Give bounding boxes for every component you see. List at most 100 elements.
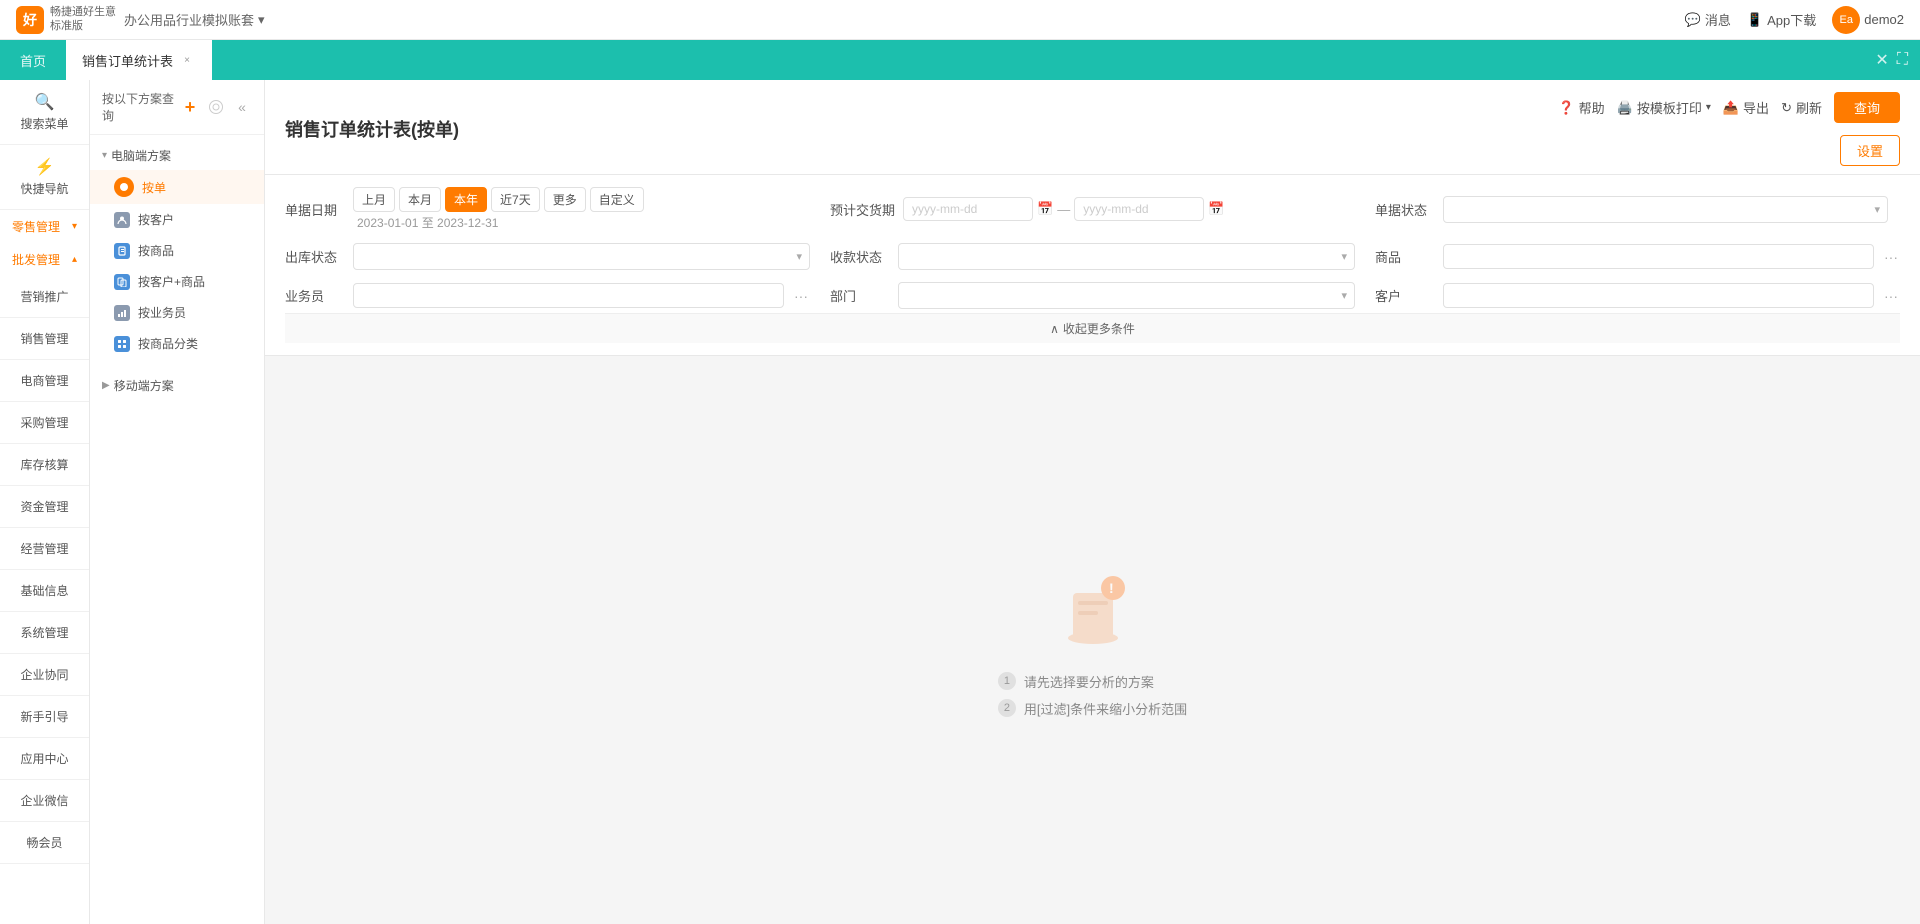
top-bar-left: 好 畅捷通好生意 标准版 办公用品行业模拟账套 ▾ [16, 6, 265, 34]
help-icon: ❓ [1558, 100, 1574, 116]
filter-salesperson: 业务员 ··· [285, 282, 810, 309]
message-icon: 💬 [1685, 12, 1701, 28]
sidebar-item-wholesale[interactable]: 批发管理 ▴ [0, 243, 89, 276]
payment-status-select[interactable] [898, 243, 1355, 270]
user-menu[interactable]: Ea demo2 [1832, 6, 1904, 34]
right-buttons: ❓ 帮助 🖨️ 按模板打印 ▾ 📤 导出 [1558, 92, 1900, 166]
sidebar-item-appcenter[interactable]: 应用中心 [0, 738, 89, 780]
date-btn-custom[interactable]: 自定义 [590, 187, 644, 212]
group-mobile-arrow-icon: ▶ [102, 380, 110, 391]
avatar: Ea [1832, 6, 1860, 34]
salesperson-input[interactable] [353, 283, 784, 308]
panel-collapse-button[interactable]: « [232, 97, 252, 117]
sidebar-item-purchase[interactable]: 采购管理 [0, 402, 89, 444]
export-icon: 📤 [1723, 100, 1739, 116]
sidebar-item-search[interactable]: 🔍 搜索菜单 [0, 80, 89, 145]
scheme-item-by-goods[interactable]: 按商品 [90, 235, 264, 266]
help-button[interactable]: ❓ 帮助 [1558, 98, 1604, 117]
payment-status-select-wrapper [898, 243, 1355, 270]
left-panel: 按以下方案查询 + « ▾ 电脑端方案 按 [90, 80, 265, 924]
chevron-down-icon[interactable]: ▾ [258, 12, 265, 28]
scheme-group-mobile-title[interactable]: ▶ 移动端方案 [90, 371, 264, 400]
empty-state: ! 1 请先选择要分析的方案 2 用[过滤]条件来缩小分析范围 [265, 356, 1920, 924]
sidebar-item-marketing[interactable]: 营销推广 [0, 276, 89, 318]
sidebar-item-quicknav[interactable]: ⚡ 快捷导航 [0, 145, 89, 210]
date-btn-this-month[interactable]: 本月 [399, 187, 441, 212]
date-separator: — [1057, 202, 1070, 217]
scheme-item-by-salesperson[interactable]: 按业务员 [90, 297, 264, 328]
sidebar-item-finance[interactable]: 资金管理 [0, 486, 89, 528]
filter-bill-date: 单据日期 上月 本月 本年 近7天 更多 自定义 2023-01-01 至 20… [285, 187, 810, 231]
scheme-item-by-order[interactable]: 按单 [90, 170, 264, 204]
app-download-button[interactable]: 📱 App下载 [1747, 10, 1816, 29]
sidebar-item-system[interactable]: 系统管理 [0, 612, 89, 654]
tab-expand-button[interactable]: ⛶ [1897, 51, 1908, 69]
customer-dots[interactable]: ··· [1882, 288, 1900, 304]
sidebar-item-enterprise[interactable]: 企业协同 [0, 654, 89, 696]
tab-active[interactable]: 销售订单统计表 × [66, 40, 212, 80]
filter-ship-status: 出库状态 [285, 243, 810, 270]
expected-date-start[interactable] [903, 197, 1033, 221]
right-main: 销售订单统计表(按单) ❓ 帮助 🖨️ 按模板打印 ▾ [265, 80, 1920, 924]
settings-button[interactable]: 设置 [1840, 135, 1900, 166]
date-range-text: 2023-01-01 至 2023-12-31 [357, 214, 810, 231]
sidebar-item-inventory[interactable]: 库存核算 [0, 444, 89, 486]
svg-text:!: ! [1109, 580, 1114, 596]
top-bar: 好 畅捷通好生意 标准版 办公用品行业模拟账套 ▾ 💬 消息 📱 App下载 E… [0, 0, 1920, 40]
tab-close-button[interactable]: × [179, 52, 195, 68]
logo-text: 畅捷通好生意 标准版 [50, 6, 116, 32]
refresh-icon: ↻ [1781, 100, 1792, 116]
customer-input[interactable] [1443, 283, 1874, 308]
scheme-group-pc-title[interactable]: ▾ 电脑端方案 [90, 141, 264, 170]
expected-date-end[interactable] [1074, 197, 1204, 221]
bill-status-select[interactable] [1443, 196, 1888, 223]
sidebar-item-newbie[interactable]: 新手引导 [0, 696, 89, 738]
sidebar-item-ecommerce[interactable]: 电商管理 [0, 360, 89, 402]
query-button[interactable]: 查询 [1834, 92, 1900, 123]
sidebar-item-member[interactable]: 畅会员 [0, 822, 89, 864]
tab-close-all-button[interactable]: ✕ [1875, 50, 1888, 70]
export-button[interactable]: 📤 导出 [1723, 98, 1769, 117]
salesperson-dots[interactable]: ··· [792, 288, 810, 304]
main-layout: 🔍 搜索菜单 ⚡ 快捷导航 零售管理 ▾ 批发管理 ▴ 营销推广 销售管理 电商… [0, 80, 1920, 924]
scheme-group-pc: ▾ 电脑端方案 按单 按客户 [90, 135, 264, 365]
sidebar-item-basics[interactable]: 基础信息 [0, 570, 89, 612]
filter-bill-status: 单据状态 [1375, 187, 1900, 231]
message-button[interactable]: 💬 消息 [1685, 10, 1731, 29]
scheme-icon-by-goods [114, 243, 130, 259]
scheme-item-by-category[interactable]: 按商品分类 [90, 328, 264, 359]
sidebar-item-retail[interactable]: 零售管理 ▾ [0, 210, 89, 243]
panel-actions: + « [180, 97, 252, 117]
logo-icon: 好 [16, 6, 44, 34]
sidebar-item-sales[interactable]: 销售管理 [0, 318, 89, 360]
refresh-button[interactable]: ↻ 刷新 [1781, 98, 1822, 117]
department-select[interactable] [898, 282, 1355, 309]
tab-home[interactable]: 首页 [0, 40, 66, 80]
logo-area: 好 畅捷通好生意 标准版 [16, 6, 116, 34]
date-btn-7days[interactable]: 近7天 [491, 187, 540, 212]
customer-label: 客户 [1375, 286, 1435, 305]
scheme-item-by-customer[interactable]: 按客户 [90, 204, 264, 235]
collapse-filter-button[interactable]: ∧ 收起更多条件 [285, 313, 1900, 343]
scheme-icon-by-customer [114, 212, 130, 228]
calendar-icon-2: 📅 [1208, 201, 1224, 217]
group-pc-arrow-icon: ▾ [102, 150, 107, 161]
ship-status-select[interactable] [353, 243, 810, 270]
sidebar-item-operations[interactable]: 经营管理 [0, 528, 89, 570]
goods-dots[interactable]: ··· [1882, 249, 1900, 265]
wholesale-arrow-icon: ▴ [72, 254, 77, 265]
sidebar-item-wechat[interactable]: 企业微信 [0, 780, 89, 822]
scheme-group-mobile: ▶ 移动端方案 [90, 365, 264, 406]
scheme-item-by-customer-goods[interactable]: 按客户+商品 [90, 266, 264, 297]
search-icon: 🔍 [35, 92, 55, 112]
date-btn-last-month[interactable]: 上月 [353, 187, 395, 212]
date-btn-this-year[interactable]: 本年 [445, 187, 487, 212]
left-panel-header: 按以下方案查询 + « [90, 80, 264, 135]
goods-input[interactable] [1443, 244, 1874, 269]
panel-edit-button[interactable] [206, 97, 226, 117]
print-button[interactable]: 🖨️ 按模板打印 ▾ [1617, 98, 1711, 117]
date-buttons: 上月 本月 本年 近7天 更多 自定义 [353, 187, 810, 212]
top-bar-right: 💬 消息 📱 App下载 Ea demo2 [1685, 6, 1904, 34]
date-btn-more[interactable]: 更多 [544, 187, 586, 212]
panel-add-button[interactable]: + [180, 97, 200, 117]
